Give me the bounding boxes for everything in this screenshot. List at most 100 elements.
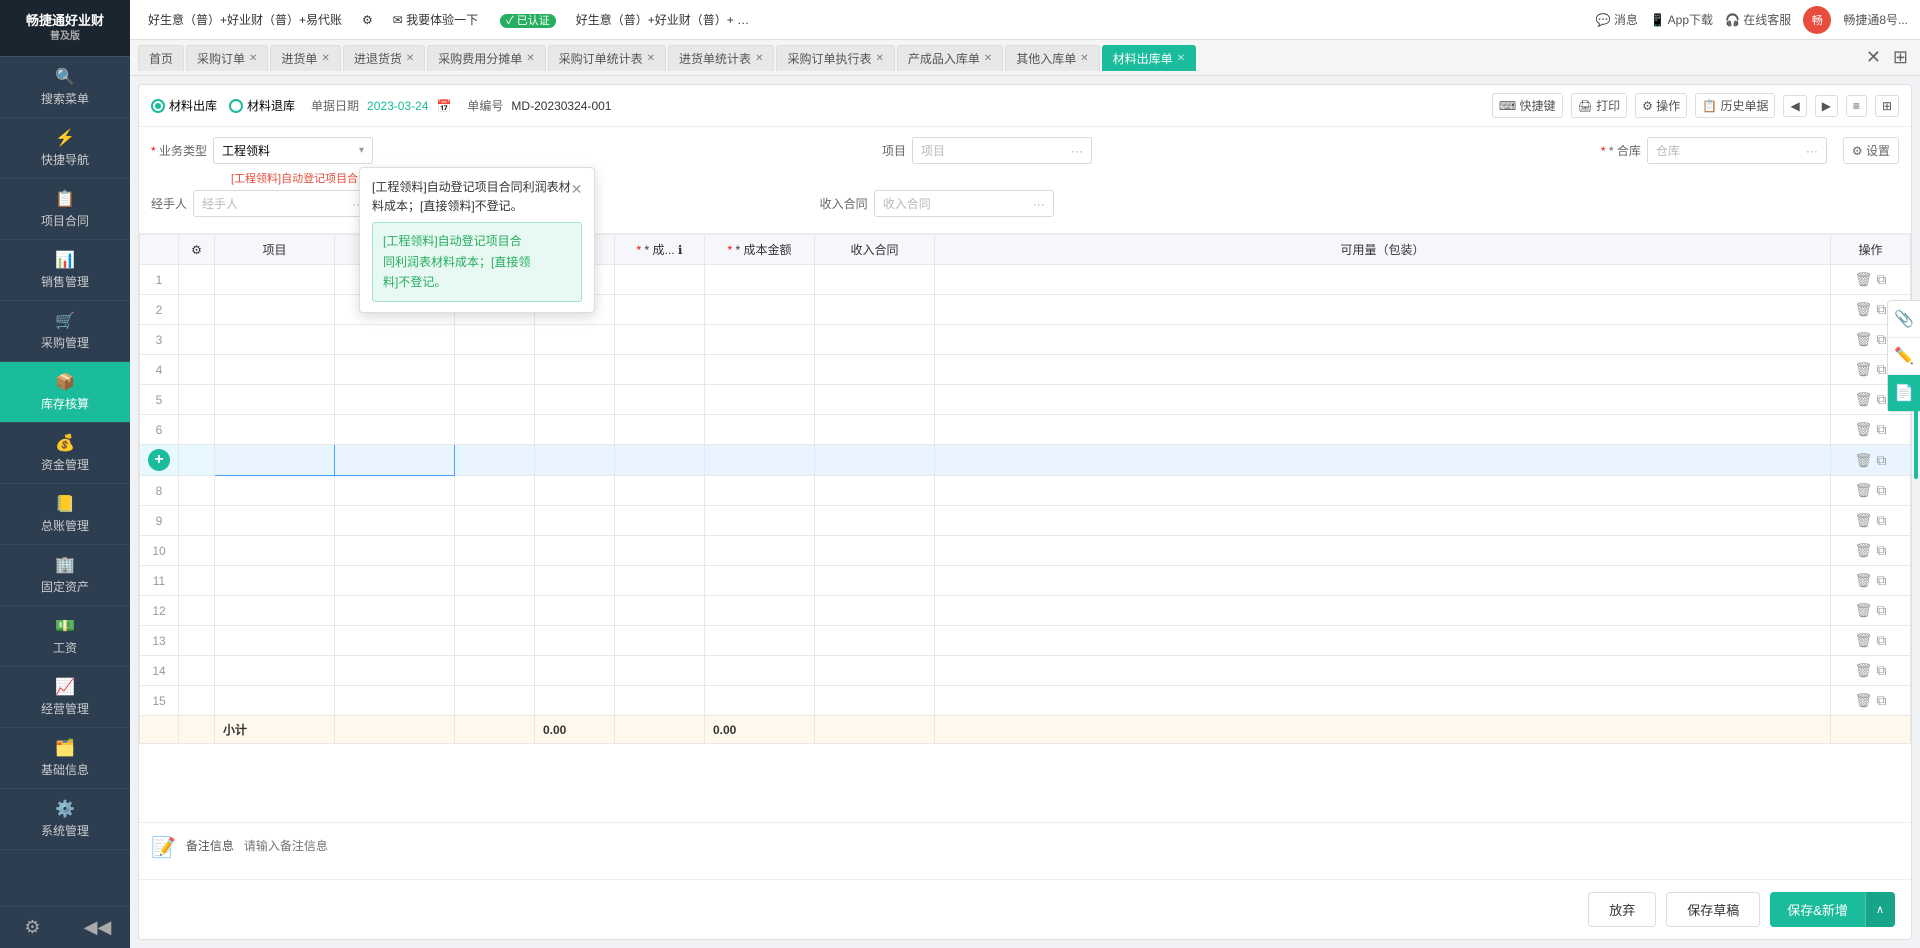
col-settings[interactable]: ⚙ (179, 235, 215, 265)
sidebar-item-system[interactable]: ⚙️ 系统管理 (0, 789, 130, 850)
copy-row-btn[interactable]: ⧉ (1874, 540, 1888, 560)
warehouse-input[interactable]: 仓库 ··· (1647, 137, 1827, 164)
tab-close-inbound[interactable]: ✕ (321, 53, 329, 64)
next-btn[interactable]: ▶ (1815, 95, 1838, 117)
business-type-select[interactable]: 工程领料 (213, 137, 373, 164)
settings-btn[interactable]: ⚙ (0, 907, 65, 948)
delete-row-btn[interactable]: 🗑 (1853, 419, 1875, 439)
form-view-btn[interactable]: ⊞ (1875, 95, 1899, 117)
delete-row-btn[interactable]: 🗑 (1853, 359, 1875, 379)
sidebar-item-quick-nav[interactable]: ⚡ 快捷导航 (0, 118, 130, 179)
tab-purchase-stat[interactable]: 采购订单统计表✕ (548, 45, 666, 71)
tab-close-finished-goods[interactable]: ✕ (984, 53, 992, 64)
tab-close-material-outbound[interactable]: ✕ (1177, 53, 1185, 64)
copy-row-btn[interactable]: ⧉ (1874, 450, 1888, 470)
shortcut-btn[interactable]: ⌨ 快捷键 (1492, 93, 1563, 118)
operations-btn[interactable]: ⚙ 操作 (1635, 93, 1687, 118)
copy-row-btn[interactable]: ⧉ (1874, 419, 1888, 439)
prev-btn[interactable]: ◀ (1783, 95, 1806, 117)
date-value[interactable]: 2023-03-24 (367, 99, 428, 113)
tab-inbound-stat[interactable]: 进货单统计表✕ (668, 45, 774, 71)
tab-purchase-order[interactable]: 采购订单✕ (186, 45, 268, 71)
delete-row-btn[interactable]: 🗑 (1853, 329, 1875, 349)
delete-row-btn[interactable]: 🗑 (1853, 269, 1875, 289)
collapse-btn[interactable]: ◀◀ (65, 907, 130, 948)
discard-button[interactable]: 放弃 (1588, 892, 1656, 927)
sidebar-item-salary[interactable]: 💵 工资 (0, 606, 130, 667)
add-row[interactable]: + 🗑⧉ (140, 445, 1911, 476)
delete-row-btn[interactable]: 🗑 (1853, 450, 1875, 470)
income-contract-dots[interactable]: ··· (1033, 197, 1045, 211)
message-btn[interactable]: 💬 消息 (1596, 11, 1638, 28)
sidebar-item-search[interactable]: 🔍 搜索菜单 (0, 57, 130, 118)
delete-row-btn[interactable]: 🗑 (1853, 389, 1875, 409)
tab-close-purchase-order[interactable]: ✕ (249, 53, 257, 64)
tab-other-inbound[interactable]: 其他入库单✕ (1005, 45, 1099, 71)
tab-return[interactable]: 进退货货✕ (343, 45, 425, 71)
sidebar-item-operations[interactable]: 📈 经营管理 (0, 667, 130, 728)
copy-row-btn[interactable]: ⧉ (1874, 269, 1888, 289)
delete-row-btn[interactable]: 🗑 (1853, 660, 1875, 680)
sidebar-item-base[interactable]: 🗂️ 基础信息 (0, 728, 130, 789)
copy-row-btn[interactable]: ⧉ (1874, 480, 1888, 500)
copy-row-btn[interactable]: ⧉ (1874, 630, 1888, 650)
save-new-arrow-btn[interactable]: ∧ (1865, 892, 1895, 927)
delete-row-btn[interactable]: 🗑 (1853, 540, 1875, 560)
user-avatar[interactable]: 畅 (1803, 6, 1831, 34)
tab-finished-goods[interactable]: 产成品入库单✕ (897, 45, 1003, 71)
tab-layout-btn[interactable]: ⊞ (1889, 45, 1912, 70)
add-row-btn[interactable]: + (148, 449, 170, 471)
delete-row-btn[interactable]: 🗑 (1853, 570, 1875, 590)
topbar-suite[interactable]: 好生意（普）+好业财（普）+ … (570, 7, 755, 32)
save-draft-button[interactable]: 保存草稿 (1666, 892, 1760, 927)
tab-close-other-inbound[interactable]: ✕ (1080, 53, 1088, 64)
online-service-btn[interactable]: 🎧 在线客服 (1725, 11, 1791, 28)
copy-row-btn[interactable]: ⧉ (1874, 510, 1888, 530)
list-view-btn[interactable]: ≡ (1846, 95, 1867, 117)
right-tool-edit[interactable]: ✏️ (1888, 338, 1920, 375)
save-new-main-btn[interactable]: 保存&新增 (1770, 892, 1865, 927)
tab-close-purchase-stat[interactable]: ✕ (647, 53, 655, 64)
delete-row-btn[interactable]: 🗑 (1853, 480, 1875, 500)
settings-button[interactable]: ⚙ 设置 (1843, 137, 1899, 164)
tab-close-return[interactable]: ✕ (406, 53, 414, 64)
delete-row-btn[interactable]: 🗑 (1853, 630, 1875, 650)
tab-close-all-btn[interactable]: ✕ (1862, 45, 1885, 70)
topbar-try[interactable]: ✉ 我要体验一下 (387, 7, 484, 32)
app-download-btn[interactable]: 📱 App下载 (1650, 11, 1713, 28)
topbar-certified[interactable]: ✓ 已认证 (492, 8, 562, 32)
handler-input[interactable]: 经手人 ··· (193, 190, 373, 217)
tab-close-inbound-stat[interactable]: ✕ (755, 53, 763, 64)
tab-close-purchase-exec[interactable]: ✕ (875, 53, 883, 64)
sidebar-item-inventory[interactable]: 📦 库存核算 (0, 362, 130, 423)
income-contract-input[interactable]: 收入合同 ··· (874, 190, 1054, 217)
copy-row-btn[interactable]: ⧉ (1874, 690, 1888, 710)
delete-row-btn[interactable]: 🗑 (1853, 600, 1875, 620)
tab-inbound[interactable]: 进货单✕ (270, 45, 340, 71)
copy-row-btn[interactable]: ⧉ (1874, 570, 1888, 590)
tab-purchase-exec[interactable]: 采购订单执行表✕ (776, 45, 894, 71)
tab-material-outbound[interactable]: 材料出库单✕ (1102, 45, 1196, 71)
project-input[interactable]: 项目 ··· (912, 137, 1092, 164)
calendar-icon[interactable]: 📅 (436, 99, 451, 113)
warehouse-dots[interactable]: ··· (1806, 144, 1818, 158)
sidebar-item-purchase[interactable]: 🛒 采购管理 (0, 301, 130, 362)
delete-row-btn[interactable]: 🗑 (1853, 510, 1875, 530)
right-tool-clipboard[interactable]: 📎 (1888, 301, 1920, 338)
project-dots[interactable]: ··· (1071, 144, 1083, 158)
tooltip-close-btn[interactable]: ✕ (571, 178, 583, 200)
delete-row-btn[interactable]: 🗑 (1853, 299, 1875, 319)
tab-home[interactable]: 首页 (138, 45, 184, 71)
sidebar-item-assets[interactable]: 🏢 固定资产 (0, 545, 130, 606)
history-btn[interactable]: 📋 历史单据 (1695, 93, 1775, 118)
sidebar-item-project[interactable]: 📋 项目合同 (0, 179, 130, 240)
radio-material-outbound[interactable]: 材料出库 (151, 97, 217, 114)
sidebar-item-finance[interactable]: 💰 资金管理 (0, 423, 130, 484)
radio-material-return[interactable]: 材料退库 (229, 97, 295, 114)
notes-input[interactable] (244, 833, 1899, 869)
sidebar-item-ledger[interactable]: 📒 总账管理 (0, 484, 130, 545)
tab-purchase-fee[interactable]: 采购费用分摊单✕ (427, 45, 545, 71)
tab-close-purchase-fee[interactable]: ✕ (526, 53, 534, 64)
print-btn[interactable]: 🖨 打印 (1571, 93, 1628, 118)
copy-row-btn[interactable]: ⧉ (1874, 660, 1888, 680)
